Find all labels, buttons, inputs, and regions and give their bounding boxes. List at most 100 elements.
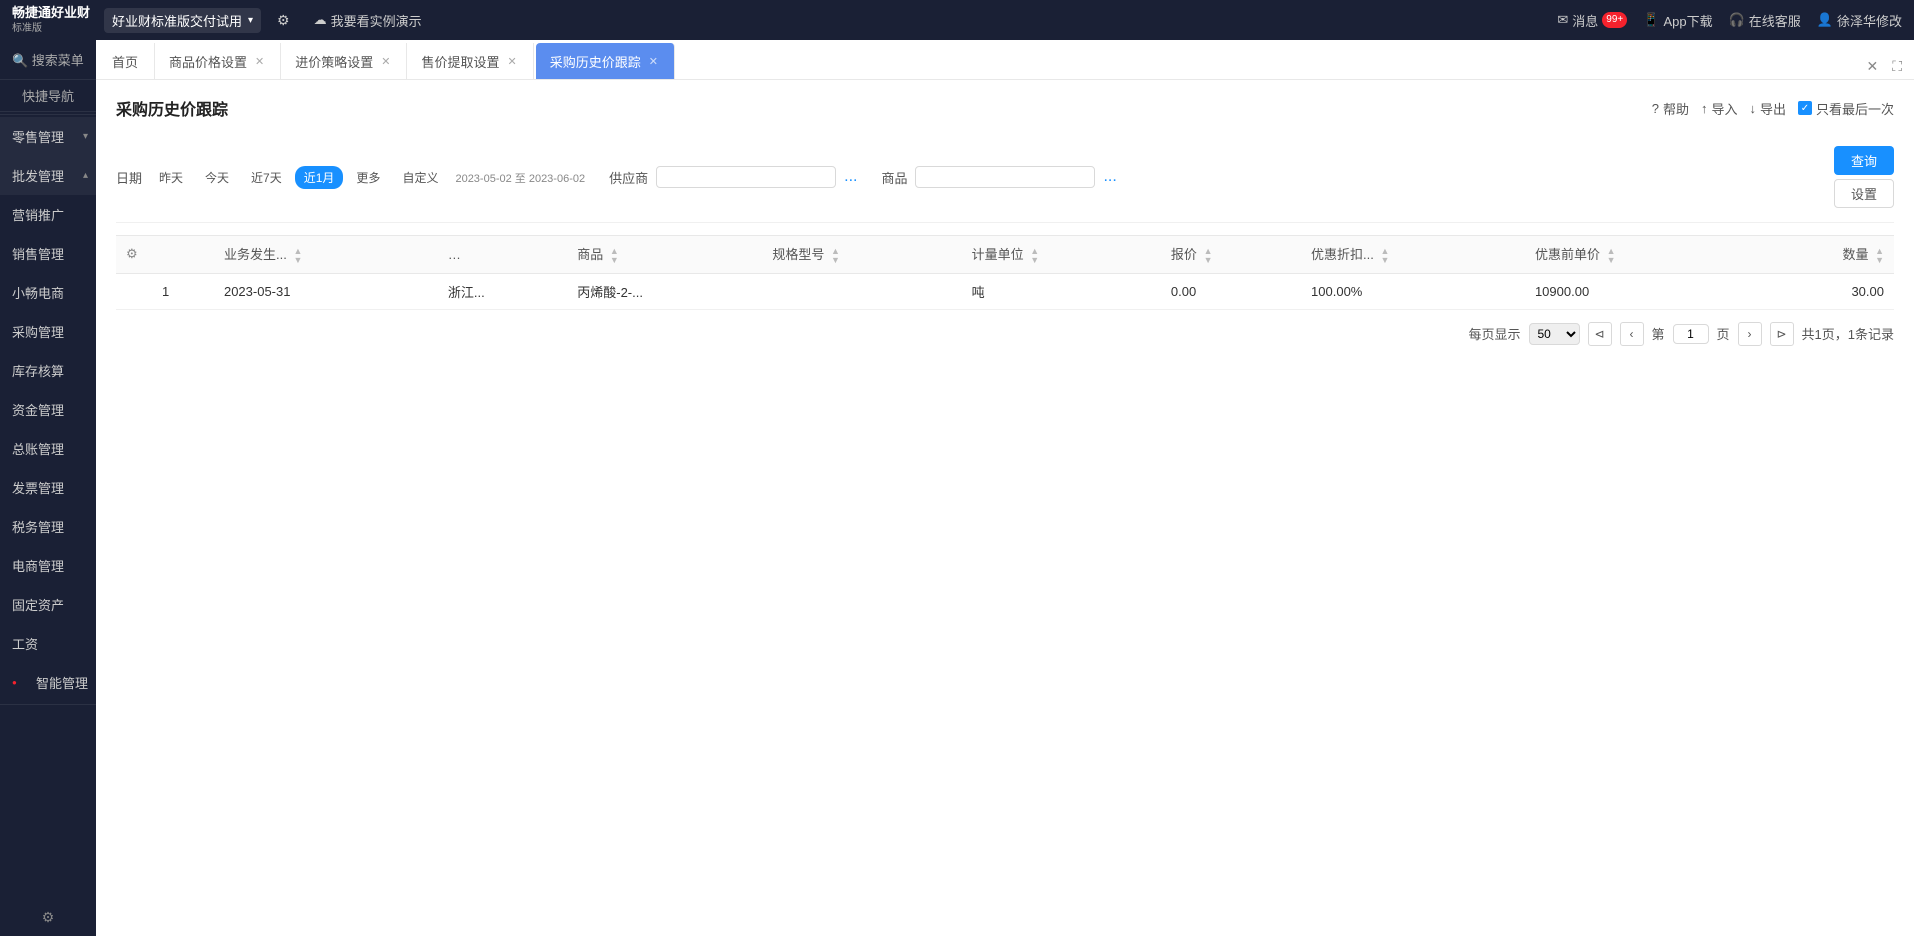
row-spec-cell [762, 273, 961, 309]
tab-close-window-icon[interactable]: ✕ [1862, 54, 1882, 79]
table-col-product[interactable]: 商品 ▲▼ [567, 236, 762, 274]
date-btn-today[interactable]: 今天 [196, 166, 238, 189]
sidebar-divider-2 [0, 704, 96, 705]
row-no-cell: 1 [152, 273, 214, 309]
sidebar-item-finance[interactable]: 资金管理 [0, 390, 96, 429]
sidebar-item-invoice[interactable]: 发票管理 [0, 468, 96, 507]
message-button[interactable]: ✉ 消息 99+ [1557, 11, 1627, 30]
tab-price-extract[interactable]: 售价提取设置 ✕ [407, 43, 533, 79]
sort-icon: ▲▼ [1204, 247, 1213, 265]
sidebar-item-marketing[interactable]: 营销推广 [0, 195, 96, 234]
table-header-row: ⚙ 业务发生... ▲▼ … 商品 [116, 236, 1894, 274]
table-col-date[interactable]: 业务发生... ▲▼ [214, 236, 438, 274]
table-col-discount[interactable]: 优惠折扣... ▲▼ [1301, 236, 1525, 274]
sidebar-item-assets[interactable]: 固定资产 [0, 585, 96, 624]
sidebar-item-ai[interactable]: ● 智能管理 [0, 663, 96, 702]
app-download-label: App下载 [1663, 11, 1712, 30]
help-button[interactable]: ? 帮助 [1652, 99, 1689, 118]
help-label: 帮助 [1663, 99, 1689, 118]
sidebar-item-payroll[interactable]: 工资 [0, 624, 96, 663]
sidebar-item-retail[interactable]: 零售管理 ▾ [0, 117, 96, 156]
table-col-pre-discount[interactable]: 优惠前单价 ▲▼ [1525, 236, 1754, 274]
date-btn-1month[interactable]: 近1月 [295, 166, 344, 189]
date-btn-yesterday[interactable]: 昨天 [150, 166, 192, 189]
table-col-price-label: 报价 [1171, 247, 1197, 262]
tab-maximize-icon[interactable]: ⛶ [1888, 54, 1906, 79]
tab-purchase-strategy[interactable]: 进价策略设置 ✕ [281, 43, 407, 79]
table-col-expand[interactable]: … [438, 236, 567, 274]
sort-icon: ▲▼ [1875, 247, 1884, 265]
table-col-no [152, 236, 214, 274]
product-input[interactable] [915, 166, 1095, 188]
demo-button[interactable]: ☁ 我要看实例演示 [314, 11, 422, 30]
table-col-qty-label: 数量 [1842, 247, 1868, 262]
product-dots-icon[interactable]: ... [1103, 168, 1116, 186]
only-last-label: 只看最后一次 [1816, 99, 1894, 118]
sidebar: 🔍 搜索菜单 快捷导航 零售管理 ▾ 批发管理 ▴ 营销推广 销售管理 小畅电商… [0, 40, 96, 936]
date-btn-more[interactable]: 更多 [347, 166, 389, 189]
tab-purchase-history[interactable]: 采购历史价跟踪 ✕ [536, 43, 675, 79]
export-button[interactable]: ↓ 导出 [1749, 99, 1786, 118]
table-col-spec[interactable]: 规格型号 ▲▼ [762, 236, 961, 274]
sidebar-item-tax[interactable]: 税务管理 [0, 507, 96, 546]
gear-icon[interactable]: ⚙ [126, 246, 138, 261]
settings-icon[interactable]: ⚙ [273, 8, 294, 33]
table-col-unit[interactable]: 计量单位 ▲▼ [962, 236, 1161, 274]
message-icon: ✉ [1557, 12, 1568, 28]
sidebar-item-finance-label: 资金管理 [12, 400, 64, 419]
last-page-button[interactable]: ⊳ [1770, 322, 1794, 346]
app-download-button[interactable]: 📱 App下载 [1643, 11, 1712, 30]
sidebar-item-inventory-label: 库存核算 [12, 361, 64, 380]
page-input[interactable] [1673, 324, 1709, 344]
data-table: ⚙ 业务发生... ▲▼ … 商品 [116, 235, 1894, 310]
tab-close-icon[interactable]: ✕ [379, 54, 392, 69]
sidebar-item-retail-label: 零售管理 [12, 127, 64, 146]
page-title: 采购历史价跟踪 [116, 96, 228, 120]
tab-product-price[interactable]: 商品价格设置 ✕ [155, 43, 281, 79]
sidebar-item-ecommerce[interactable]: 电商管理 [0, 546, 96, 585]
table-body: 1 2023-05-31 浙江... 丙烯酸-2-... 吨 0.00 100.… [116, 273, 1894, 309]
user-menu[interactable]: 👤 徐泽华修改 [1817, 11, 1902, 30]
sidebar-item-ecommerce-small[interactable]: 小畅电商 [0, 273, 96, 312]
query-button[interactable]: 查询 [1834, 146, 1894, 175]
app-edition: 标准版 [12, 22, 42, 35]
online-service-button[interactable]: 🎧 在线客服 [1729, 11, 1801, 30]
table-col-qty[interactable]: 数量 ▲▼ [1754, 236, 1894, 274]
only-last-checkbox[interactable]: ✓ 只看最后一次 [1798, 99, 1894, 118]
row-gear-cell [116, 273, 152, 309]
supplier-input[interactable] [656, 166, 836, 188]
sort-icon: ▲▼ [293, 247, 302, 265]
export-icon: ↓ [1749, 101, 1756, 116]
sidebar-quick-nav[interactable]: 快捷导航 [0, 80, 96, 112]
table-col-price[interactable]: 报价 ▲▼ [1161, 236, 1301, 274]
sidebar-item-ledger[interactable]: 总账管理 [0, 429, 96, 468]
date-btn-7days[interactable]: 近7天 [242, 166, 291, 189]
filter-row: 日期 昨天 今天 近7天 近1月 更多 自定义 2023-05-02 至 202… [116, 136, 1894, 223]
sidebar-item-sales[interactable]: 销售管理 [0, 234, 96, 273]
sidebar-item-purchase[interactable]: 采购管理 [0, 312, 96, 351]
next-page-button[interactable]: › [1738, 322, 1762, 346]
prev-page-button[interactable]: ‹ [1620, 322, 1644, 346]
import-button[interactable]: ↑ 导入 [1701, 99, 1738, 118]
tab-home[interactable]: 首页 [96, 43, 155, 79]
sidebar-gear-button[interactable]: ⚙ [0, 899, 96, 936]
date-filter-label: 日期 [116, 168, 142, 187]
first-page-button[interactable]: ⊲ [1588, 322, 1612, 346]
app-name: 畅捷通好业财 [12, 5, 90, 22]
date-buttons: 昨天 今天 近7天 近1月 更多 自定义 [150, 166, 447, 189]
topbar: 畅捷通好业财 标准版 好业财标准版交付试用 ▾ ⚙ ☁ 我要看实例演示 ✉ 消息… [0, 0, 1914, 40]
expand-dots-icon: … [448, 247, 461, 262]
sidebar-search[interactable]: 🔍 搜索菜单 [0, 40, 96, 80]
date-btn-custom[interactable]: 自定义 [393, 166, 447, 189]
version-selector[interactable]: 好业财标准版交付试用 ▾ [104, 8, 261, 33]
sort-icon: ▲▼ [1030, 247, 1039, 265]
filter-settings-button[interactable]: 设置 [1834, 179, 1894, 208]
tab-close-icon[interactable]: ✕ [253, 54, 266, 69]
sidebar-item-invoice-label: 发票管理 [12, 478, 64, 497]
per-page-select[interactable]: 50 10 20 100 [1529, 323, 1580, 345]
sidebar-item-inventory[interactable]: 库存核算 [0, 351, 96, 390]
tab-close-icon[interactable]: ✕ [506, 54, 519, 69]
supplier-dots-icon[interactable]: ... [844, 168, 857, 186]
tab-close-icon[interactable]: ✕ [647, 54, 660, 69]
sidebar-item-wholesale[interactable]: 批发管理 ▴ [0, 156, 96, 195]
